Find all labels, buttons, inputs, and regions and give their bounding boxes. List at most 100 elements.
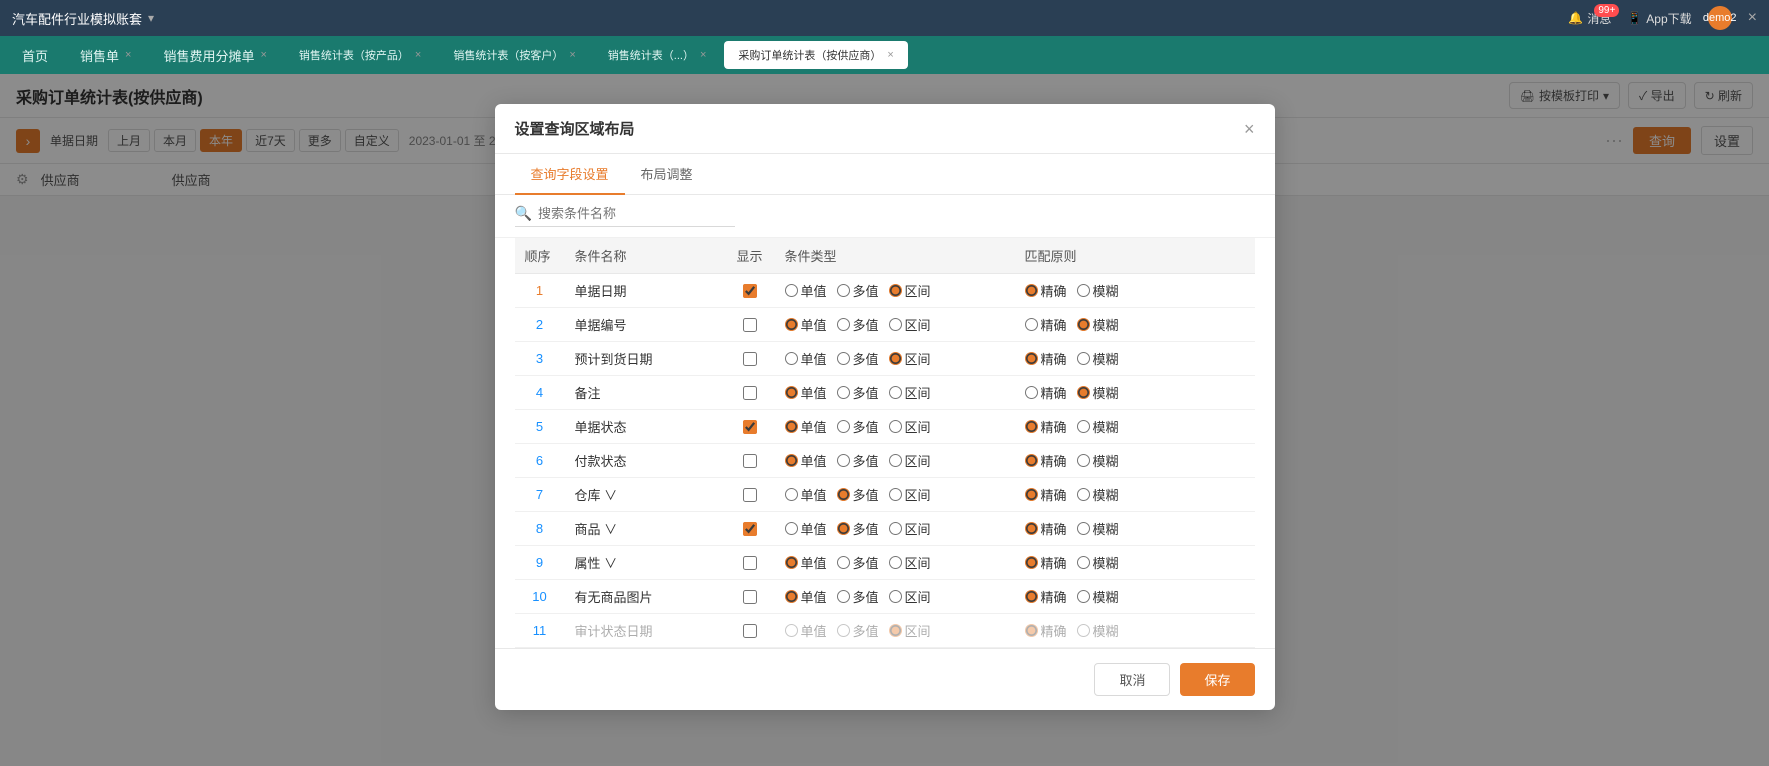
type-radio-item[interactable]: 单值	[785, 417, 827, 436]
tab-layout-adjust[interactable]: 布局调整	[625, 154, 709, 195]
type-radio-item[interactable]: 区间	[889, 553, 931, 572]
type-radio-item[interactable]: 区间	[889, 349, 931, 368]
row-type-cell: 单值多值区间	[775, 410, 1015, 444]
type-radio-item[interactable]: 区间	[889, 451, 931, 470]
display-checkbox[interactable]	[743, 522, 757, 536]
topbar-close[interactable]: ×	[1748, 9, 1757, 27]
display-checkbox[interactable]	[743, 556, 757, 570]
match-radio-item[interactable]: 精确	[1025, 281, 1067, 300]
display-checkbox[interactable]	[743, 352, 757, 366]
tab-sales-stat-product-label: 销售统计表（按产品）	[299, 47, 409, 63]
type-radio-item[interactable]: 多值	[837, 281, 879, 300]
type-radio-item[interactable]: 多值	[837, 621, 879, 640]
type-radio-item[interactable]: 区间	[889, 485, 931, 504]
row-match-cell: 精确模糊	[1015, 580, 1255, 614]
tab-sales-stat-product-close[interactable]: ×	[415, 49, 421, 61]
avatar[interactable]: demo2	[1708, 6, 1732, 30]
match-radio-item[interactable]: 模糊	[1077, 417, 1119, 436]
type-radio-item[interactable]: 多值	[837, 451, 879, 470]
type-radio-item[interactable]: 单值	[785, 621, 827, 640]
type-radio-group: 单值多值区间	[785, 281, 1005, 300]
type-radio-item[interactable]: 单值	[785, 349, 827, 368]
match-radio-item[interactable]: 模糊	[1077, 383, 1119, 402]
save-button[interactable]: 保存	[1180, 663, 1254, 696]
match-radio-item[interactable]: 精确	[1025, 621, 1067, 640]
row-name: 备注	[565, 376, 725, 410]
type-radio-item[interactable]: 单值	[785, 451, 827, 470]
dialog-title: 设置查询区域布局	[515, 118, 635, 139]
row-name: 单据日期	[565, 274, 725, 308]
tab-purchase-stat[interactable]: 采购订单统计表（按供应商） ×	[724, 41, 907, 69]
type-radio-item[interactable]: 多值	[837, 349, 879, 368]
tab-query-fields[interactable]: 查询字段设置	[515, 154, 625, 195]
type-radio-item[interactable]: 区间	[889, 417, 931, 436]
tab-sales-stat-misc-close[interactable]: ×	[700, 49, 706, 61]
type-radio-item[interactable]: 多值	[837, 383, 879, 402]
match-radio-item[interactable]: 模糊	[1077, 451, 1119, 470]
type-radio-item[interactable]: 单值	[785, 587, 827, 606]
match-radio-item[interactable]: 模糊	[1077, 315, 1119, 334]
type-radio-item[interactable]: 单值	[785, 383, 827, 402]
type-radio-item[interactable]: 区间	[889, 519, 931, 538]
notification-btn[interactable]: 🔔 消息 99+	[1568, 10, 1611, 27]
display-checkbox[interactable]	[743, 454, 757, 468]
type-radio-item[interactable]: 区间	[889, 281, 931, 300]
display-checkbox[interactable]	[743, 284, 757, 298]
type-radio-item[interactable]: 单值	[785, 315, 827, 334]
match-radio-item[interactable]: 精确	[1025, 485, 1067, 504]
type-radio-item[interactable]: 区间	[889, 621, 931, 640]
tab-sales-stat-product[interactable]: 销售统计表（按产品） ×	[285, 41, 435, 69]
row-order: 7	[515, 478, 565, 512]
cancel-button[interactable]: 取消	[1094, 663, 1170, 696]
tab-sales-stat-customer-close[interactable]: ×	[569, 49, 575, 61]
match-radio-item[interactable]: 精确	[1025, 519, 1067, 538]
tab-sales-stat-misc[interactable]: 销售统计表（...） ×	[594, 41, 721, 69]
dropdown-arrow[interactable]: ▾	[148, 11, 154, 25]
type-radio-item[interactable]: 单值	[785, 519, 827, 538]
tab-home[interactable]: 首页	[8, 41, 62, 69]
display-checkbox[interactable]	[743, 590, 757, 604]
match-radio-item[interactable]: 精确	[1025, 417, 1067, 436]
type-radio-item[interactable]: 区间	[889, 587, 931, 606]
display-checkbox[interactable]	[743, 420, 757, 434]
display-checkbox[interactable]	[743, 624, 757, 638]
type-radio-item[interactable]: 多值	[837, 417, 879, 436]
match-radio-item[interactable]: 模糊	[1077, 281, 1119, 300]
match-radio-item[interactable]: 精确	[1025, 451, 1067, 470]
download-btn[interactable]: 📱 App下载	[1627, 10, 1691, 27]
type-radio-item[interactable]: 单值	[785, 485, 827, 504]
match-radio-item[interactable]: 模糊	[1077, 587, 1119, 606]
tab-sales-order-close[interactable]: ×	[125, 49, 131, 61]
match-radio-item[interactable]: 精确	[1025, 349, 1067, 368]
tab-sales-stat-customer[interactable]: 销售统计表（按客户） ×	[439, 41, 589, 69]
type-radio-group: 单值多值区间	[785, 519, 1005, 538]
match-radio-item[interactable]: 模糊	[1077, 553, 1119, 572]
type-radio-item[interactable]: 区间	[889, 315, 931, 334]
match-radio-item[interactable]: 精确	[1025, 553, 1067, 572]
type-radio-item[interactable]: 区间	[889, 383, 931, 402]
dialog-close-button[interactable]: ×	[1244, 120, 1255, 138]
display-checkbox[interactable]	[743, 386, 757, 400]
type-radio-item[interactable]: 多值	[837, 315, 879, 334]
tab-sales-order[interactable]: 销售单 ×	[66, 41, 145, 69]
type-radio-item[interactable]: 多值	[837, 587, 879, 606]
display-checkbox[interactable]	[743, 488, 757, 502]
search-input[interactable]	[538, 206, 735, 221]
match-radio-item[interactable]: 精确	[1025, 587, 1067, 606]
match-radio-item[interactable]: 模糊	[1077, 621, 1119, 640]
match-radio-item[interactable]: 模糊	[1077, 485, 1119, 504]
match-radio-item[interactable]: 模糊	[1077, 519, 1119, 538]
type-radio-item[interactable]: 多值	[837, 485, 879, 504]
match-radio-item[interactable]: 精确	[1025, 383, 1067, 402]
tab-sales-cost-close[interactable]: ×	[260, 49, 266, 61]
type-radio-item[interactable]: 单值	[785, 553, 827, 572]
type-radio-item[interactable]: 多值	[837, 519, 879, 538]
type-radio-item[interactable]: 多值	[837, 553, 879, 572]
tab-sales-cost[interactable]: 销售费用分摊单 ×	[149, 41, 280, 69]
display-checkbox[interactable]	[743, 318, 757, 332]
tab-purchase-stat-close[interactable]: ×	[887, 49, 893, 61]
type-radio-item[interactable]: 单值	[785, 281, 827, 300]
match-radio-item[interactable]: 精确	[1025, 315, 1067, 334]
match-radio-item[interactable]: 模糊	[1077, 349, 1119, 368]
th-match: 匹配原则	[1015, 238, 1255, 274]
